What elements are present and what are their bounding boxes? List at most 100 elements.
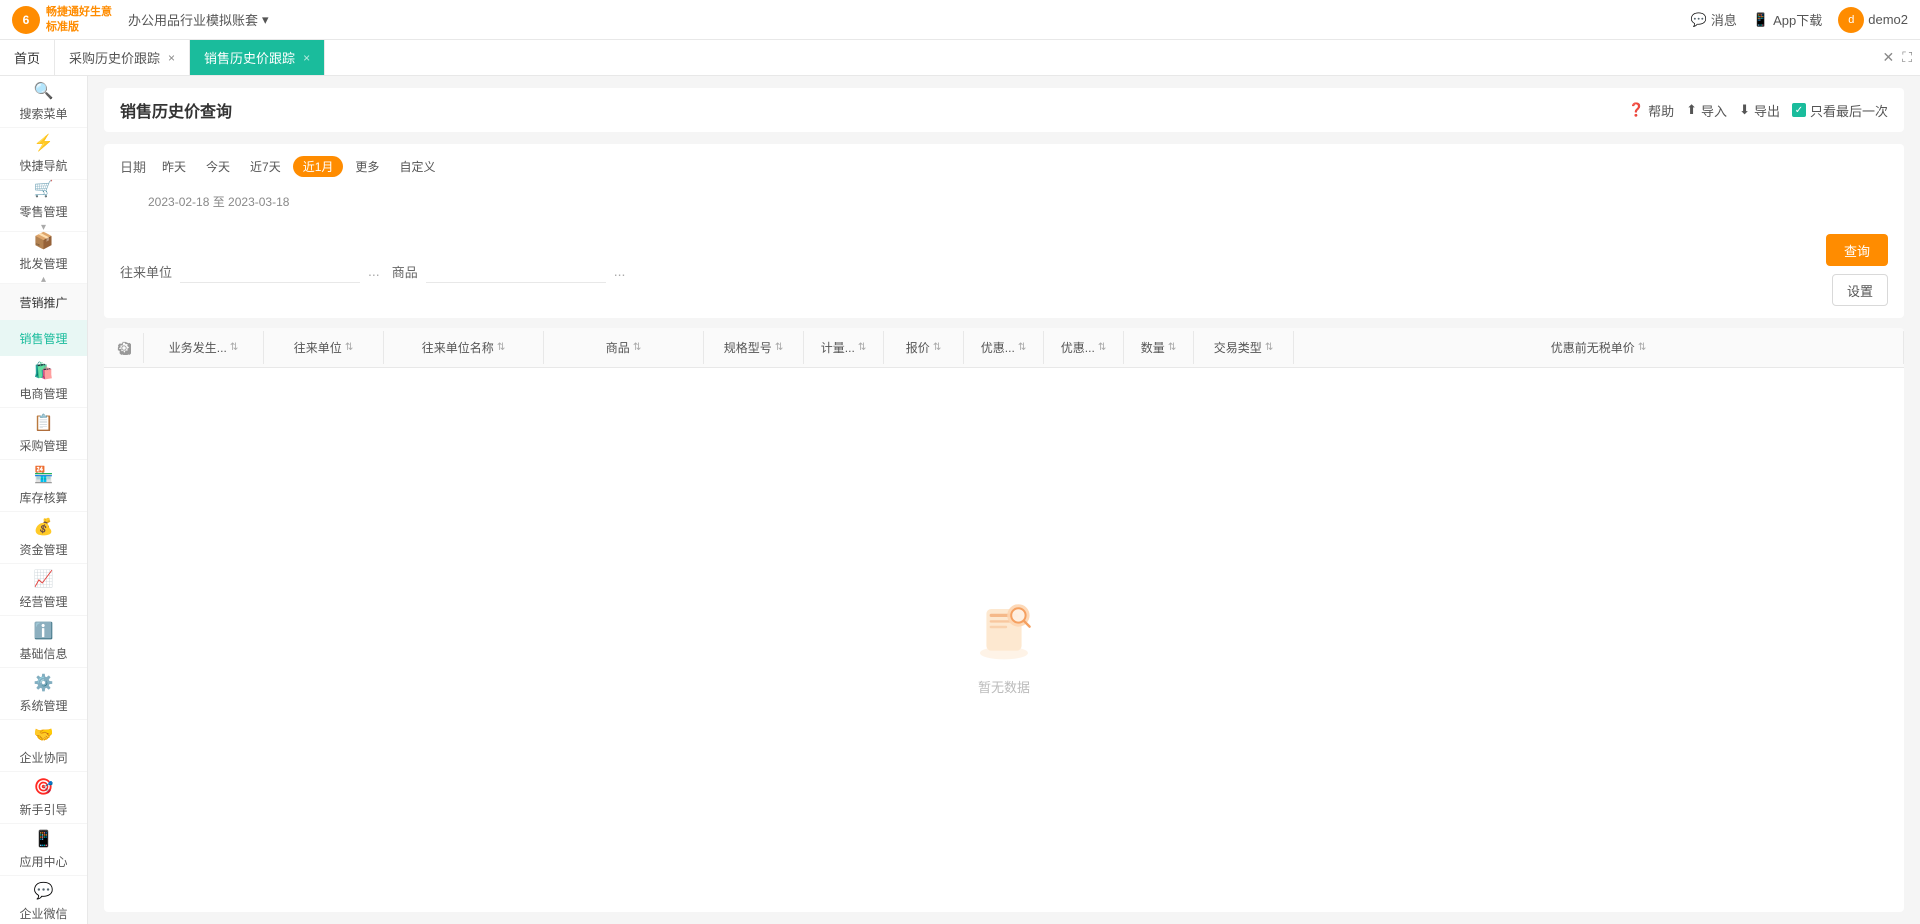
export-button[interactable]: ⬇ 导出 [1739, 101, 1780, 120]
th-qty[interactable]: 数量 ⇅ [1124, 331, 1194, 364]
page-content: 销售历史价查询 ❓ 帮助 ⬆ 导入 ⬇ 导出 ✓ [88, 76, 1920, 924]
message-icon: 💬 [1691, 12, 1707, 28]
sidebar-item-marketing[interactable]: 营销推广 [0, 284, 87, 320]
sidebar-item-wholesale[interactable]: 📦 批发管理 ▴ [0, 232, 87, 284]
empty-illustration [964, 585, 1044, 665]
th-product[interactable]: 商品 ⇅ [544, 331, 704, 364]
sidebar-item-inventory[interactable]: 🏪 库存核算 [0, 460, 87, 512]
tab-sales-history[interactable]: 销售历史价跟踪 × [190, 40, 325, 75]
export-icon: ⬇ [1739, 102, 1750, 118]
th-unit[interactable]: 计量... ⇅ [804, 331, 884, 364]
sidebar: 🔍 搜索菜单 ⚡ 快捷导航 🛒 零售管理 ▾ 📦 批发管理 ▴ 营销推广 销售管… [0, 76, 88, 924]
date-btn-today[interactable]: 今天 [198, 156, 238, 177]
page-actions: ❓ 帮助 ⬆ 导入 ⬇ 导出 ✓ 只看最后一次 [1628, 101, 1888, 120]
inventory-icon: 🏪 [34, 465, 54, 485]
close-all-tabs-button[interactable]: ✕ [1882, 49, 1894, 66]
th-price[interactable]: 报价 ⇅ [884, 331, 964, 364]
user-name: demo2 [1868, 12, 1908, 27]
chevron-up-icon-wholesale: ▴ [41, 274, 46, 285]
partner-dots[interactable]: ... [368, 263, 380, 279]
sidebar-label-inventory: 库存核算 [19, 489, 67, 506]
th-qty-label: 数量 [1141, 339, 1165, 356]
only-last-checkbox-group[interactable]: ✓ 只看最后一次 [1792, 101, 1888, 120]
main-layout: 🔍 搜索菜单 ⚡ 快捷导航 🛒 零售管理 ▾ 📦 批发管理 ▴ 营销推广 销售管… [0, 76, 1920, 924]
sidebar-item-ecommerce[interactable]: 🛍️ 电商管理 [0, 356, 87, 408]
th-partner-id-label: 往来单位 [294, 339, 342, 356]
sidebar-item-finance[interactable]: 💰 资金管理 [0, 512, 87, 564]
top-bar-right: 💬 消息 📱 App下载 d demo2 [1691, 7, 1908, 33]
sort-icon-spec: ⇅ [775, 342, 783, 353]
enterprise-wechat-icon: 💬 [34, 881, 54, 901]
page-title: 销售历史价查询 [120, 98, 232, 122]
date-btn-yesterday[interactable]: 昨天 [154, 156, 194, 177]
th-notax-price-label: 优惠前无税单价 [1551, 339, 1635, 356]
sidebar-item-enterprise-collab[interactable]: 🤝 企业协同 [0, 720, 87, 772]
th-date[interactable]: 业务发生... ⇅ [144, 331, 264, 364]
sidebar-item-enterprise-wechat[interactable]: 💬 企业微信 [0, 876, 87, 924]
th-settings[interactable] [104, 333, 144, 363]
date-btn-7days[interactable]: 近7天 [242, 156, 289, 177]
sort-icon-date: ⇅ [230, 342, 238, 353]
system-icon: ⚙️ [34, 673, 54, 693]
th-partner-id[interactable]: 往来单位 ⇅ [264, 331, 384, 364]
message-button[interactable]: 💬 消息 [1691, 10, 1737, 29]
tab-close-purchase[interactable]: × [168, 51, 175, 65]
query-button[interactable]: 查询 [1826, 234, 1888, 266]
sidebar-item-operations[interactable]: 📈 经营管理 [0, 564, 87, 616]
sidebar-item-retail[interactable]: 🛒 零售管理 ▾ [0, 180, 87, 232]
tab-bar-actions: ✕ ⛶ [1874, 40, 1920, 75]
app-download-button[interactable]: 📱 App下载 [1753, 10, 1822, 29]
sidebar-label-operations: 经营管理 [19, 593, 67, 610]
sort-icon-partner-id: ⇅ [345, 342, 353, 353]
download-icon: 📱 [1753, 12, 1769, 28]
sidebar-item-purchase[interactable]: 📋 采购管理 [0, 408, 87, 460]
sidebar-item-search[interactable]: 🔍 搜索菜单 [0, 76, 87, 128]
th-discount1[interactable]: 优惠... ⇅ [964, 331, 1044, 364]
filter-buttons: 查询 设置 [1826, 234, 1888, 306]
th-partner-name[interactable]: 往来单位名称 ⇅ [384, 331, 544, 364]
product-dots[interactable]: ... [614, 263, 626, 279]
help-button[interactable]: ❓ 帮助 [1628, 101, 1674, 120]
sidebar-item-shortcut[interactable]: ⚡ 快捷导航 [0, 128, 87, 180]
th-notax-price[interactable]: 优惠前无税单价 ⇅ [1294, 331, 1904, 364]
user-avatar-area[interactable]: d demo2 [1838, 7, 1908, 33]
sort-icon-product: ⇅ [633, 342, 641, 353]
sidebar-item-sales-mgmt[interactable]: 销售管理 [0, 320, 87, 356]
sort-icon-notax-price: ⇅ [1638, 342, 1646, 353]
tab-home[interactable]: 首页 [0, 40, 55, 75]
table-header: 业务发生... ⇅ 往来单位 ⇅ 往来单位名称 ⇅ 商品 ⇅ [104, 328, 1904, 368]
tab-purchase-history[interactable]: 采购历史价跟踪 × [55, 40, 190, 75]
date-btn-custom[interactable]: 自定义 [391, 156, 443, 177]
help-icon: ❓ [1628, 102, 1644, 118]
sidebar-item-app-center[interactable]: 📱 应用中心 [0, 824, 87, 876]
partner-input[interactable] [180, 259, 360, 283]
th-discount2[interactable]: 优惠... ⇅ [1044, 331, 1124, 364]
empty-state: 暂无数据 [104, 368, 1904, 912]
sidebar-item-system[interactable]: ⚙️ 系统管理 [0, 668, 87, 720]
sort-icon-trade-type: ⇅ [1265, 342, 1273, 353]
import-button[interactable]: ⬆ 导入 [1686, 101, 1727, 120]
settings-button[interactable]: 设置 [1832, 274, 1888, 306]
purchase-icon: 📋 [34, 413, 54, 433]
th-spec[interactable]: 规格型号 ⇅ [704, 331, 804, 364]
sort-icon-partner-name: ⇅ [497, 342, 505, 353]
logo-area: 6 畅捷通好生意 标准版 [12, 5, 112, 34]
sidebar-item-basic-info[interactable]: ℹ️ 基础信息 [0, 616, 87, 668]
maximize-button[interactable]: ⛶ [1902, 49, 1912, 66]
th-unit-label: 计量... [821, 339, 855, 356]
date-btn-1month[interactable]: 近1月 [293, 156, 344, 177]
date-btn-more[interactable]: 更多 [347, 156, 387, 177]
app-selector[interactable]: 办公用品行业模拟账套 ▾ [120, 6, 277, 33]
th-discount1-label: 优惠... [981, 339, 1015, 356]
date-range-row: 2023-02-18 至 2023-03-18 [120, 193, 1888, 210]
retail-icon: 🛒 [34, 179, 54, 199]
tab-close-sales[interactable]: × [303, 51, 310, 65]
only-last-checkbox[interactable]: ✓ [1792, 103, 1806, 117]
th-trade-type[interactable]: 交易类型 ⇅ [1194, 331, 1294, 364]
operations-icon: 📈 [34, 569, 54, 589]
product-filter-group: 商品 ... [392, 259, 626, 283]
product-input[interactable] [426, 259, 606, 283]
only-last-label: 只看最后一次 [1810, 101, 1888, 120]
sidebar-item-guide[interactable]: 🎯 新手引导 [0, 772, 87, 824]
collab-icon: 🤝 [34, 725, 54, 745]
